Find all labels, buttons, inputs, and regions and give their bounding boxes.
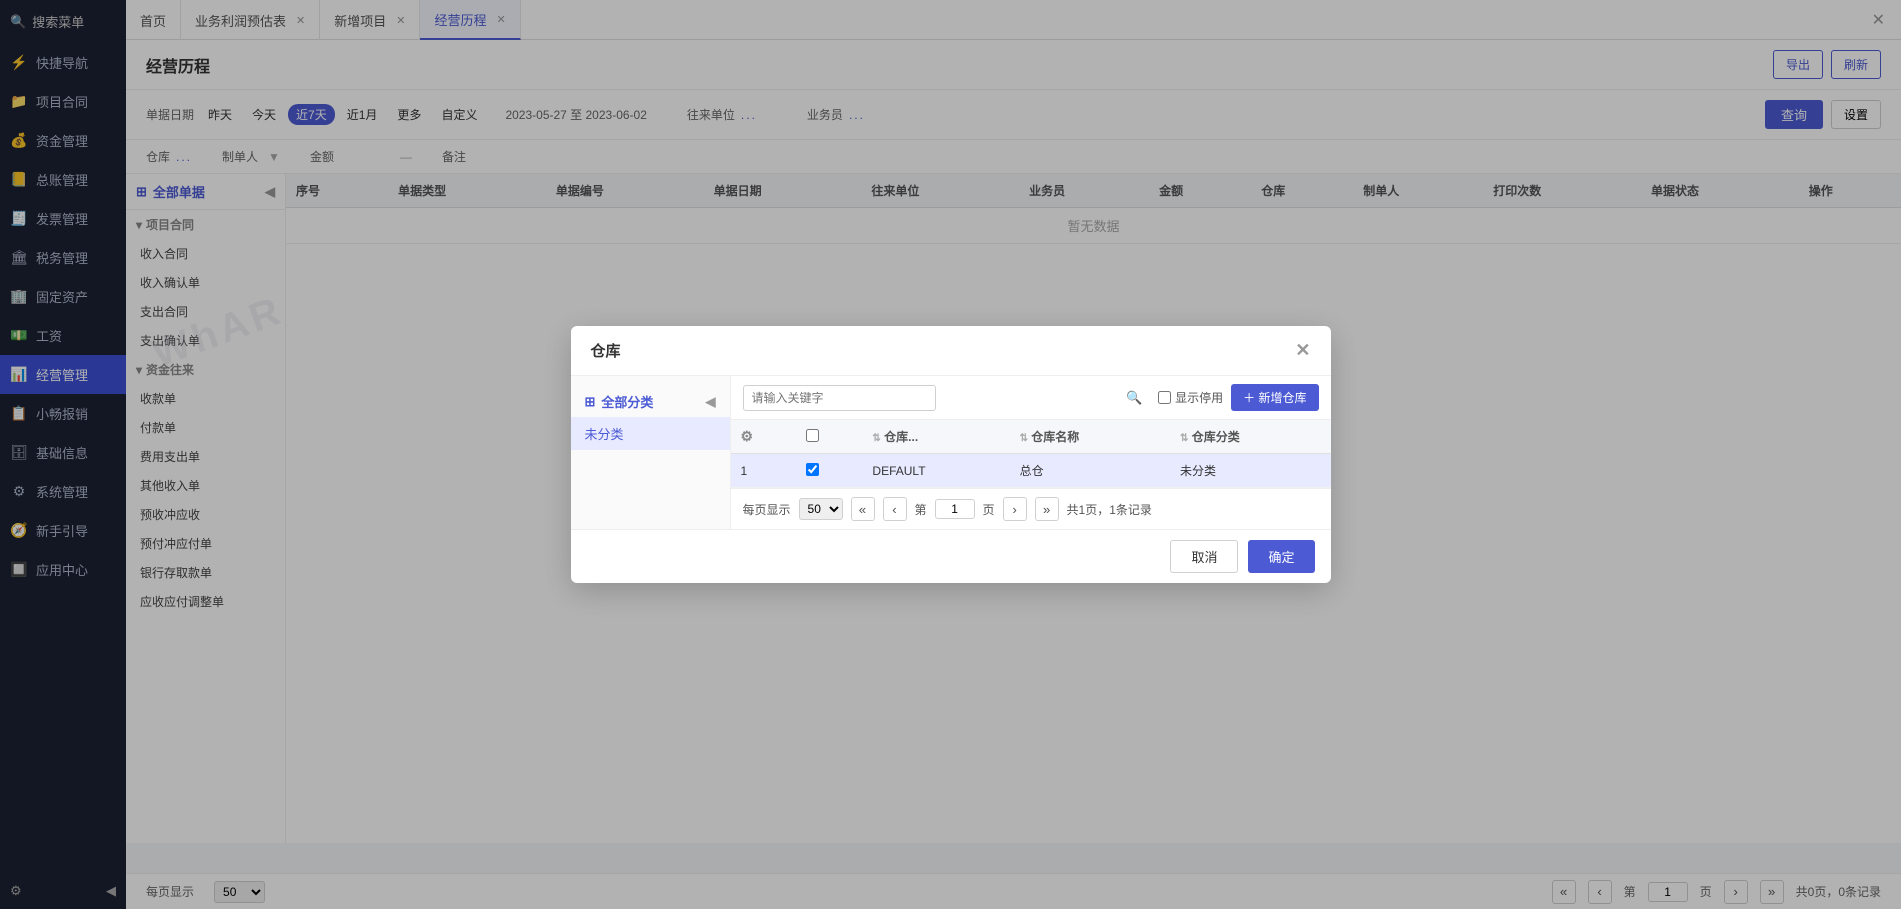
modal-body: ⊞ 全部分类 ◀ 未分类 🔍 显示停用 ＋ 新增仓库 xyxy=(571,376,1331,529)
modal-col-category: ⇅ 仓库分类 xyxy=(1170,420,1330,454)
gear-settings-icon[interactable]: ⚙ xyxy=(741,428,754,444)
modal-toolbar: 🔍 显示停用 ＋ 新增仓库 xyxy=(731,376,1331,420)
modal-table: ⚙ ⇅ 仓库...⇅ 仓库名称⇅ 仓库分类 1 DEFAULT 总仓 未分类 xyxy=(731,420,1331,488)
modal-next-page[interactable]: › xyxy=(1003,497,1027,521)
modal-header: 仓库 ✕ xyxy=(571,326,1331,376)
search-icon-inner: 🔍 xyxy=(1126,390,1142,406)
sort-arrows-name[interactable]: ⇅ xyxy=(1020,433,1028,444)
modal-pagination: 每页显示 50 « ‹ 第 页 › » 共1页，1条记录 xyxy=(731,488,1331,529)
show-disabled-checkbox[interactable] xyxy=(1158,391,1171,404)
modal-title: 仓库 xyxy=(591,340,621,361)
modal-col-code: ⇅ 仓库... xyxy=(862,420,1009,454)
modal-all-label: 全部分类 xyxy=(601,392,653,411)
modal-overlay: 仓库 ✕ ⊞ 全部分类 ◀ 未分类 🔍 xyxy=(0,0,1901,909)
modal-collapse-btn[interactable]: ◀ xyxy=(706,394,716,410)
search-wrap: 🔍 xyxy=(743,385,1151,411)
modal-page-input[interactable] xyxy=(935,499,975,519)
modal-table-row[interactable]: 1 DEFAULT 总仓 未分类 xyxy=(731,454,1331,488)
row-name: 总仓 xyxy=(1010,454,1170,488)
modal-total: 共1页，1条记录 xyxy=(1067,501,1152,518)
row-category: 未分类 xyxy=(1170,454,1330,488)
modal-select-all[interactable] xyxy=(806,429,819,442)
row-code: DEFAULT xyxy=(862,454,1009,488)
modal-search-input[interactable] xyxy=(743,385,936,411)
modal-page-size[interactable]: 50 xyxy=(799,498,843,520)
warehouse-modal: 仓库 ✕ ⊞ 全部分类 ◀ 未分类 🔍 xyxy=(571,326,1331,583)
grid-icon-modal: ⊞ xyxy=(585,394,596,410)
modal-left-panel: ⊞ 全部分类 ◀ 未分类 xyxy=(571,376,731,529)
row-num: 1 xyxy=(731,454,797,488)
row-checkbox[interactable] xyxy=(806,463,819,476)
cancel-button[interactable]: 取消 xyxy=(1170,540,1238,573)
sort-arrows-category[interactable]: ⇅ xyxy=(1180,433,1188,444)
confirm-button[interactable]: 确定 xyxy=(1248,540,1314,573)
modal-close-icon[interactable]: ✕ xyxy=(1295,340,1310,361)
modal-all-category[interactable]: ⊞ 全部分类 ◀ xyxy=(571,386,730,417)
sort-arrows-code[interactable]: ⇅ xyxy=(872,433,880,444)
modal-footer-actions: 取消 确定 xyxy=(571,529,1331,583)
modal-right-panel: 🔍 显示停用 ＋ 新增仓库 ⚙ ⇅ 仓库...⇅ 仓库名称⇅ 仓库分类 1 DEF… xyxy=(731,376,1331,529)
modal-table-wrap: ⚙ ⇅ 仓库...⇅ 仓库名称⇅ 仓库分类 1 DEFAULT 总仓 未分类 xyxy=(731,420,1331,488)
show-disabled-text: 显示停用 xyxy=(1175,389,1223,406)
modal-page-suffix: 页 xyxy=(983,501,995,518)
modal-col-name: ⇅ 仓库名称 xyxy=(1010,420,1170,454)
add-warehouse-button[interactable]: ＋ 新增仓库 xyxy=(1231,384,1318,411)
modal-per-page-label: 每页显示 xyxy=(743,501,791,518)
modal-category-uncat[interactable]: 未分类 xyxy=(571,417,730,450)
modal-page-label: 第 xyxy=(915,501,927,518)
modal-last-page[interactable]: » xyxy=(1035,497,1059,521)
modal-first-page[interactable]: « xyxy=(851,497,875,521)
show-disabled-label[interactable]: 显示停用 xyxy=(1158,389,1223,406)
row-checkbox-cell[interactable] xyxy=(796,454,862,488)
modal-prev-page[interactable]: ‹ xyxy=(883,497,907,521)
modal-col-checkbox xyxy=(796,420,862,454)
modal-col-gear: ⚙ xyxy=(731,420,797,454)
